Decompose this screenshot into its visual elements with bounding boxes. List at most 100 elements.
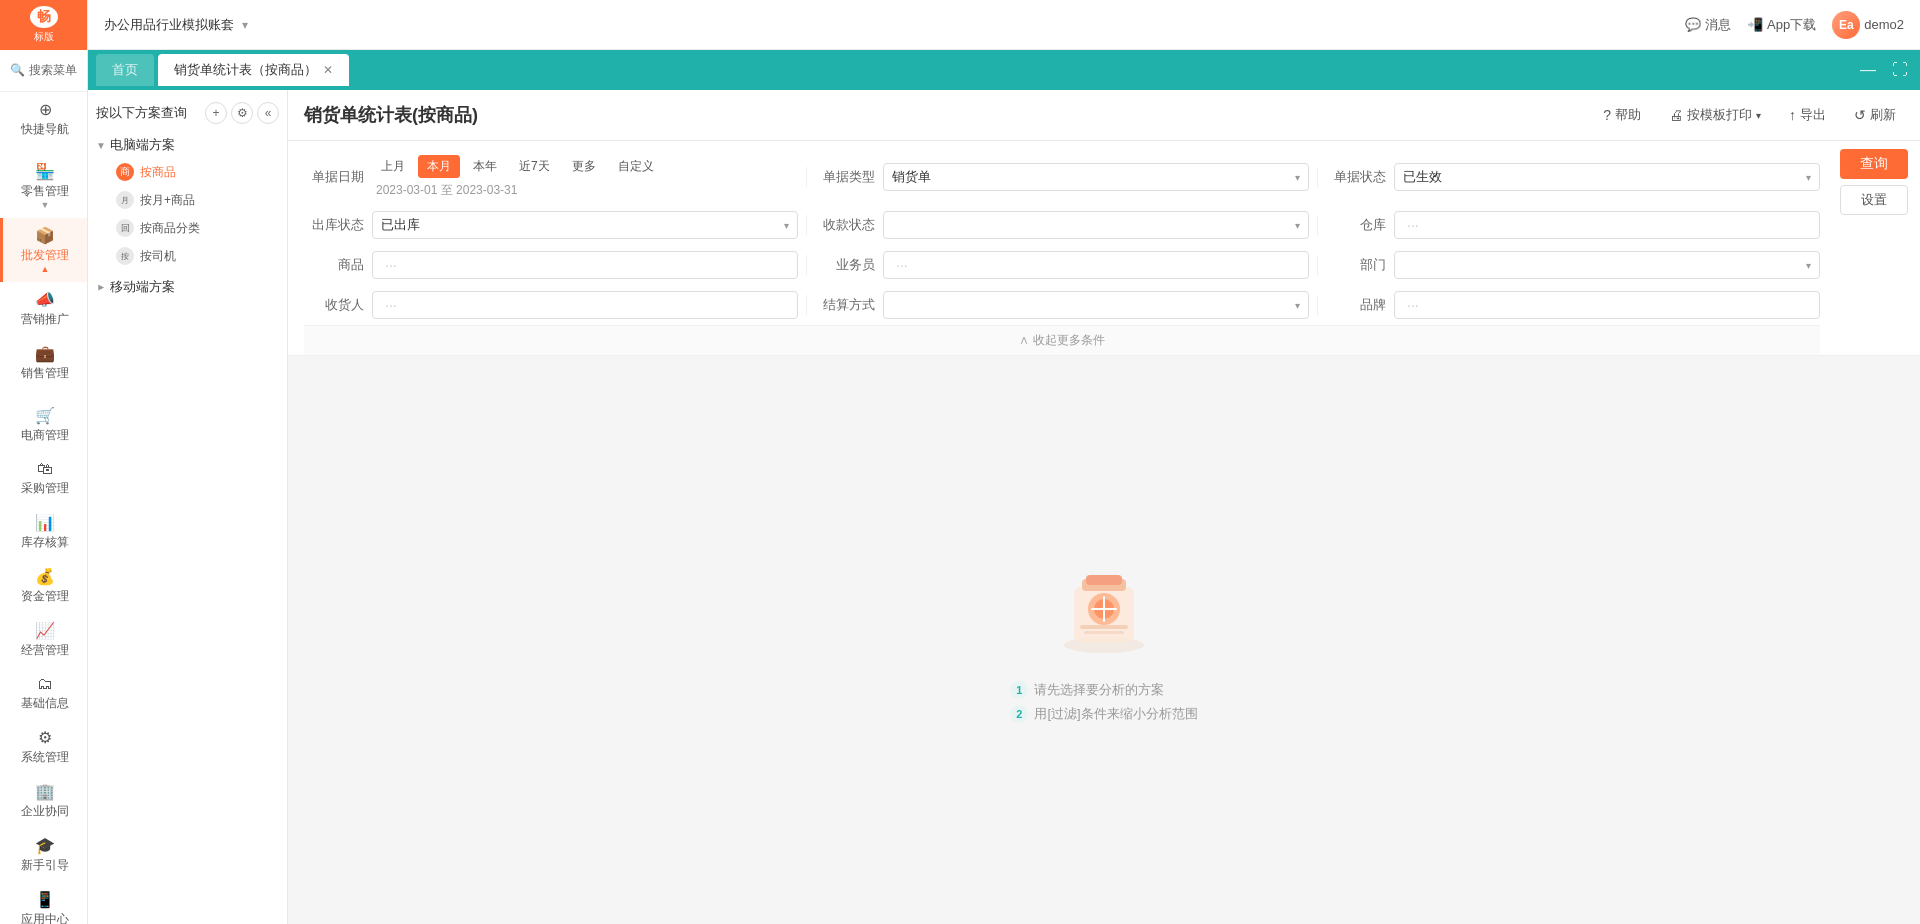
sidebar-item-operations[interactable]: 📈 经营管理 — [0, 613, 87, 667]
date-btn-7days[interactable]: 近7天 — [510, 155, 559, 178]
ecommerce-icon: 🛒 — [35, 406, 55, 425]
topbar-left: 办公用品行业模拟账套 ▾ — [104, 16, 248, 34]
tab-sales-stat-label: 销货单统计表（按商品） — [174, 61, 317, 79]
sidebar-item-appcenter[interactable]: 📱 应用中心 — [0, 882, 87, 924]
chevron-up-icon: ▲ — [41, 264, 50, 274]
receiver-input[interactable]: ··· — [372, 291, 798, 319]
retail-icon: 🏪 — [35, 162, 55, 181]
doc-status-select[interactable]: 已生效 ▾ — [1394, 163, 1820, 191]
add-scheme-button[interactable]: + — [205, 102, 227, 124]
sidebar-item-basic[interactable]: 🗂 基础信息 — [0, 667, 87, 720]
print-template-button[interactable]: 🖨 按模板打印 ▾ — [1661, 102, 1769, 128]
outbound-value: 已出库 — [381, 216, 420, 234]
warehouse-dots-icon[interactable]: ··· — [1407, 217, 1419, 233]
dept-select[interactable]: ▾ — [1394, 251, 1820, 279]
settings-scheme-button[interactable]: ⚙ — [231, 102, 253, 124]
scheme-item-by-driver[interactable]: 按 按司机 — [88, 242, 287, 270]
sidebar-item-quicknav[interactable]: ⊕ 快捷导航 — [0, 92, 87, 146]
filter-field-payment: 收款状态 ▾ — [815, 211, 1309, 239]
sidebar-item-label: 营销推广 — [21, 311, 69, 328]
sidebar-item-purchase[interactable]: 🛍 采购管理 — [0, 452, 87, 505]
sidebar-item-label: 库存核算 — [21, 534, 69, 551]
tab-home[interactable]: 首页 — [96, 54, 154, 86]
brand-dots-icon[interactable]: ··· — [1407, 297, 1419, 313]
scheme-item-by-category[interactable]: 回 按商品分类 — [88, 214, 287, 242]
export-button[interactable]: ↑ 导出 — [1781, 102, 1834, 128]
sidebar-item-inventory[interactable]: 📊 库存核算 — [0, 505, 87, 559]
sidebar-item-enterprise[interactable]: 🏢 企业协同 — [0, 774, 87, 828]
message-button[interactable]: 💬 消息 — [1685, 16, 1731, 34]
tab-minimize-icon[interactable]: — — [1856, 59, 1880, 81]
warehouse-input[interactable]: ··· — [1394, 211, 1820, 239]
payment-select[interactable]: ▾ — [883, 211, 1309, 239]
date-btn-more[interactable]: 更多 — [563, 155, 605, 178]
main-area: 办公用品行业模拟账套 ▾ 💬 消息 📲 App下载 Ea demo2 首页 销货… — [88, 0, 1920, 924]
message-icon: 💬 — [1685, 17, 1701, 32]
operations-icon: 📈 — [35, 621, 55, 640]
outbound-select[interactable]: 已出库 ▾ — [372, 211, 798, 239]
tab-close-icon[interactable]: ✕ — [323, 64, 333, 76]
sales-icon: 💼 — [35, 344, 55, 363]
logo-icon: 畅 — [30, 6, 58, 28]
page-header-top: 销货单统计表(按商品) ? 帮助 🖨 按模板打印 ▾ ↑ — [304, 102, 1904, 128]
app-download-button[interactable]: 📲 App下载 — [1747, 16, 1816, 34]
sidebar-item-sales[interactable]: 💼 销售管理 — [0, 336, 87, 390]
refresh-label: 刷新 — [1870, 106, 1896, 124]
enterprise-icon: 🏢 — [35, 782, 55, 801]
scheme-item-by-month-product[interactable]: 月 按月+商品 — [88, 186, 287, 214]
hint-text-2: 用[过滤]条件来缩小分析范围 — [1034, 705, 1197, 723]
brand-label: 品牌 — [1326, 296, 1386, 314]
filter-row-4: 收货人 ··· 结算方式 ▾ — [304, 285, 1820, 325]
sidebar-item-label: 快捷导航 — [21, 121, 69, 138]
scheme-item-by-product[interactable]: 商 按商品 — [88, 158, 287, 186]
scheme-group-mobile-header[interactable]: ▼ 移动端方案 — [88, 274, 287, 300]
filter-divider-6 — [1317, 255, 1318, 275]
brand-input[interactable]: ··· — [1394, 291, 1820, 319]
date-btn-custom[interactable]: 自定义 — [609, 155, 663, 178]
tab-sales-stat[interactable]: 销货单统计表（按商品） ✕ — [158, 54, 349, 86]
collapse-bar[interactable]: ∧ 收起更多条件 — [304, 325, 1820, 355]
refresh-button[interactable]: ↺ 刷新 — [1846, 102, 1904, 128]
empty-state-hints: 1 请先选择要分析的方案 2 用[过滤]条件来缩小分析范围 — [1010, 681, 1197, 723]
sidebar-item-retail[interactable]: 🏪 零售管理 ▼ — [0, 154, 87, 218]
date-btn-this-year[interactable]: 本年 — [464, 155, 506, 178]
filter-field-product: 商品 ··· — [304, 251, 798, 279]
help-button[interactable]: ? 帮助 — [1595, 102, 1649, 128]
sidebar-item-system[interactable]: ⚙ 系统管理 — [0, 720, 87, 774]
receiver-dots-icon[interactable]: ··· — [385, 297, 397, 313]
outbound-label: 出库状态 — [304, 216, 364, 234]
tab-home-label: 首页 — [112, 61, 138, 79]
scheme-group-desktop-header[interactable]: ▼ 电脑端方案 — [88, 132, 287, 158]
scheme-panel-header: 按以下方案查询 + ⚙ « — [88, 98, 287, 132]
date-btn-this-month[interactable]: 本月 — [418, 155, 460, 178]
filter-divider-5 — [806, 255, 807, 275]
tab-maximize-icon[interactable]: ⛶ — [1888, 59, 1912, 81]
user-profile[interactable]: Ea demo2 — [1832, 11, 1904, 39]
settings-button[interactable]: 设置 — [1840, 185, 1908, 215]
sidebar-item-ecommerce[interactable]: 🛒 电商管理 — [0, 398, 87, 452]
collapse-scheme-button[interactable]: « — [257, 102, 279, 124]
sidebar-item-wholesale[interactable]: 📦 批发管理 ▲ — [0, 218, 87, 282]
refresh-icon: ↺ — [1854, 107, 1866, 123]
filter-field-dept: 部门 ▾ — [1326, 251, 1820, 279]
query-button[interactable]: 查询 — [1840, 149, 1908, 179]
sidebar-item-finance[interactable]: 💰 资金管理 — [0, 559, 87, 613]
date-btn-last-month[interactable]: 上月 — [372, 155, 414, 178]
content-area: 按以下方案查询 + ⚙ « ▼ 电脑端方案 商 按商品 月 按月 — [88, 90, 1920, 924]
filter-row-3: 商品 ··· 业务员 ··· — [304, 245, 1820, 285]
tabbar-actions: — ⛶ — [1856, 59, 1912, 81]
salesperson-dots-icon[interactable]: ··· — [896, 257, 908, 273]
salesperson-input[interactable]: ··· — [883, 251, 1309, 279]
filter-divider-2 — [1317, 167, 1318, 187]
product-input[interactable]: ··· — [372, 251, 798, 279]
sidebar-item-guide[interactable]: 🎓 新手引导 — [0, 828, 87, 882]
search-menu-button[interactable]: 🔍 搜索菜单 — [4, 58, 83, 83]
product-dots-icon[interactable]: ··· — [385, 257, 397, 273]
sidebar-item-marketing[interactable]: 📣 营销推广 — [0, 282, 87, 336]
date-control: 上月 本月 本年 近7天 更多 自定义 2023-03-01 至 2023-03… — [372, 155, 798, 199]
doc-type-select[interactable]: 销货单 ▾ — [883, 163, 1309, 191]
warehouse-label: 仓库 — [1326, 216, 1386, 234]
topbar-dropdown-icon[interactable]: ▾ — [242, 18, 248, 32]
settlement-select[interactable]: ▾ — [883, 291, 1309, 319]
date-label: 单据日期 — [304, 168, 364, 186]
